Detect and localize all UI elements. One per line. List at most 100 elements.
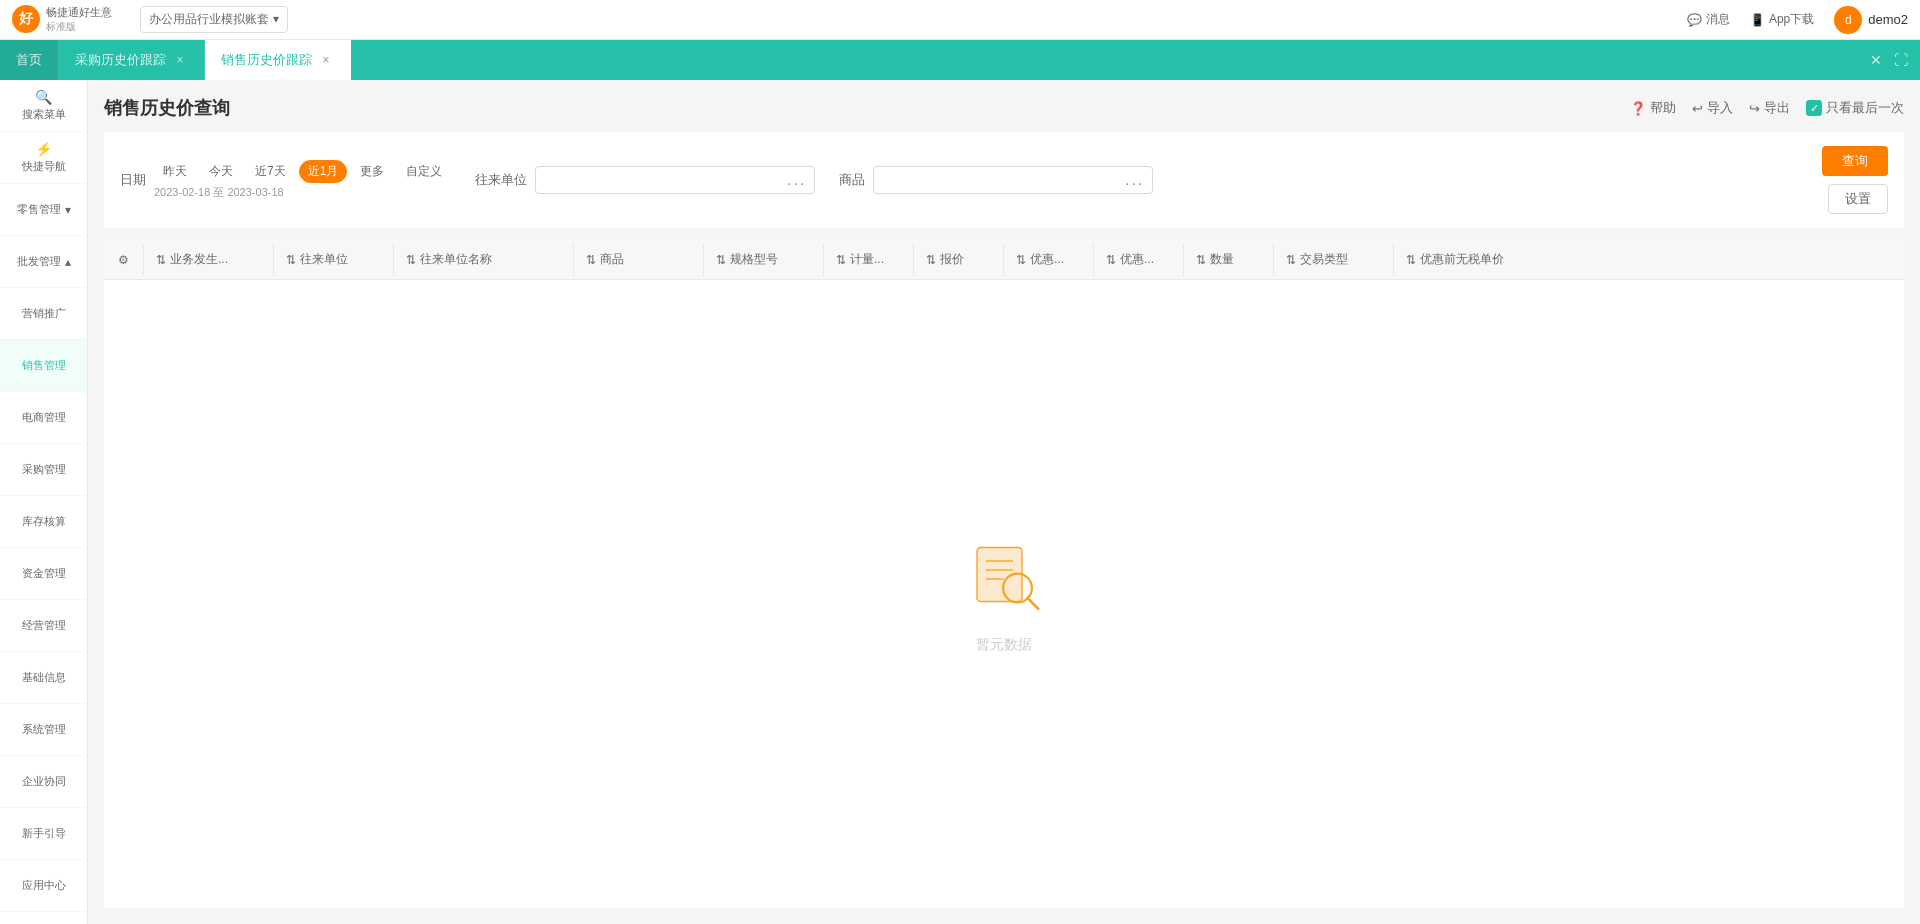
th-unit-code[interactable]: ⇅ 往来单位 [274,243,394,276]
sidebar-purchase-label: 采购管理 [22,462,66,477]
goods-dots: ... [1125,171,1144,189]
latest-checkbox-icon: ✓ [1806,100,1822,116]
help-button[interactable]: ❓ 帮助 [1630,99,1676,117]
sort-icon: ⇅ [836,253,846,267]
date-btn-today[interactable]: 今天 [200,160,242,183]
th-discount1[interactable]: ⇅ 优惠... [1004,243,1094,276]
sidebar-retail-label: 零售管理 [17,202,61,217]
company-dropdown[interactable]: 办公用品行业模拟账套 ▾ [140,6,288,33]
sidebar-search-label: 搜索菜单 [22,107,66,122]
user-area[interactable]: d demo2 [1834,6,1908,34]
import-button[interactable]: ↩ 导入 [1692,99,1733,117]
goods-input[interactable]: ... [873,166,1153,194]
sidebar-item-retail[interactable]: 零售管理 ▾ [0,184,87,236]
th-goods-label: 商品 [600,251,624,268]
sidebar-item-system[interactable]: 系统管理 [0,704,87,756]
main-layout: 🔍 搜索菜单 ⚡ 快捷导航 零售管理 ▾ 批发管理 ▴ 营销推广 销售管理 电商… [0,80,1920,924]
th-gear[interactable]: ⚙ [104,245,144,275]
sort-icon: ⇅ [926,253,936,267]
date-btn-more[interactable]: 更多 [351,160,393,183]
th-price[interactable]: ⇅ 报价 [914,243,1004,276]
sort-icon: ⇅ [1286,253,1296,267]
tab-sales-close[interactable]: × [318,52,334,68]
th-trade-type[interactable]: ⇅ 交易类型 [1274,243,1394,276]
settings-button[interactable]: 设置 [1828,184,1888,214]
export-icon: ↪ [1749,101,1760,116]
date-btn-yesterday[interactable]: 昨天 [154,160,196,183]
sidebar-guide-label: 新手引导 [22,826,66,841]
sidebar-item-sales[interactable]: 销售管理 [0,340,87,392]
content-area: 销售历史价查询 ❓ 帮助 ↩ 导入 ↪ 导出 ✓ 只 [88,80,1920,924]
tab-home[interactable]: 首页 [0,40,59,80]
tab-purchase-history[interactable]: 采购历史价跟踪 × [59,40,205,80]
sidebar-item-finance[interactable]: 资金管理 [0,548,87,600]
sidebar-item-marketing[interactable]: 营销推广 [0,288,87,340]
export-button[interactable]: ↪ 导出 [1749,99,1790,117]
company-name: 办公用品行业模拟账套 [149,11,269,28]
tab-sales-history[interactable]: 销售历史价跟踪 × [205,40,351,80]
page-title: 销售历史价查询 [104,96,230,120]
sidebar-item-basic[interactable]: 基础信息 [0,652,87,704]
sidebar-wholesale-label: 批发管理 [17,254,61,269]
th-biz-date[interactable]: ⇅ 业务发生... [144,243,274,276]
empty-icon [959,534,1049,624]
tab-purchase-label: 采购历史价跟踪 [75,51,166,69]
logo-icon: 好 [12,5,40,33]
query-button[interactable]: 查询 [1822,146,1888,176]
expand-tab-action[interactable]: ⛶ [1894,52,1908,68]
th-pretax-price[interactable]: ⇅ 优惠前无税单价 [1394,243,1904,276]
empty-state: 暂元数据 [104,280,1904,908]
chevron-down-icon: ▾ [273,12,279,26]
th-price-label: 报价 [940,251,964,268]
tab-purchase-close[interactable]: × [172,52,188,68]
sort-icon: ⇅ [1016,253,1026,267]
gear-icon: ⚙ [118,253,129,267]
sidebar-item-appcenter[interactable]: 应用中心 [0,860,87,912]
th-unit-code-label: 往来单位 [300,251,348,268]
sidebar-item-inventory[interactable]: 库存核算 [0,496,87,548]
tab-sales-label: 销售历史价跟踪 [221,51,312,69]
sidebar-item-wholesale[interactable]: 批发管理 ▴ [0,236,87,288]
th-biz-date-label: 业务发生... [170,251,228,268]
sidebar-inventory-label: 库存核算 [22,514,66,529]
latest-only-checkbox[interactable]: ✓ 只看最后一次 [1806,99,1904,117]
close-tab-action[interactable]: ✕ [1870,52,1882,68]
filter-row: 日期 昨天 今天 近7天 近1月 更多 自定义 2023-02-18 至 202… [120,146,1888,214]
date-btn-custom[interactable]: 自定义 [397,160,451,183]
th-spec-label: 规格型号 [730,251,778,268]
sidebar-marketing-label: 营销推广 [22,306,66,321]
th-discount2-label: 优惠... [1120,251,1154,268]
empty-text: 暂元数据 [976,636,1032,654]
sidebar-item-guide[interactable]: 新手引导 [0,808,87,860]
sidebar-item-wechat[interactable]: 企业微信 [0,912,87,924]
import-label: 导入 [1707,99,1733,117]
svg-point-6 [1014,584,1021,591]
logo-text: 畅捷通好生意 [46,5,112,19]
sidebar: 🔍 搜索菜单 ⚡ 快捷导航 零售管理 ▾ 批发管理 ▴ 营销推广 销售管理 电商… [0,80,88,924]
th-discount2[interactable]: ⇅ 优惠... [1094,243,1184,276]
date-btn-1month[interactable]: 近1月 [299,160,348,183]
supplier-input[interactable]: ... [535,166,815,194]
help-label: 帮助 [1650,99,1676,117]
date-btn-7days[interactable]: 近7天 [246,160,295,183]
avatar: d [1834,6,1862,34]
sidebar-item-operations[interactable]: 经营管理 [0,600,87,652]
th-spec[interactable]: ⇅ 规格型号 [704,243,824,276]
sidebar-item-enterprise[interactable]: 企业协同 [0,756,87,808]
top-bar: 好 畅捷通好生意 标准版 办公用品行业模拟账套 ▾ 💬 消息 📱 App下载 d… [0,0,1920,40]
top-bar-right: 💬 消息 📱 App下载 d demo2 [1687,6,1908,34]
th-qty[interactable]: ⇅ 数量 [1184,243,1274,276]
sidebar-item-purchase[interactable]: 采购管理 [0,444,87,496]
sidebar-item-ecommerce[interactable]: 电商管理 [0,392,87,444]
quicknav-icon: ⚡ [35,141,52,157]
sort-icon: ⇅ [286,253,296,267]
goods-label: 商品 [839,171,865,189]
sidebar-item-quicknav[interactable]: ⚡ 快捷导航 [0,132,87,184]
th-unit-name[interactable]: ⇅ 往来单位名称 [394,243,574,276]
sidebar-item-search[interactable]: 🔍 搜索菜单 [0,80,87,132]
message-button[interactable]: 💬 消息 [1687,11,1730,28]
th-goods[interactable]: ⇅ 商品 [574,243,704,276]
export-label: 导出 [1764,99,1790,117]
app-download-button[interactable]: 📱 App下载 [1750,11,1814,28]
th-unit[interactable]: ⇅ 计量... [824,243,914,276]
